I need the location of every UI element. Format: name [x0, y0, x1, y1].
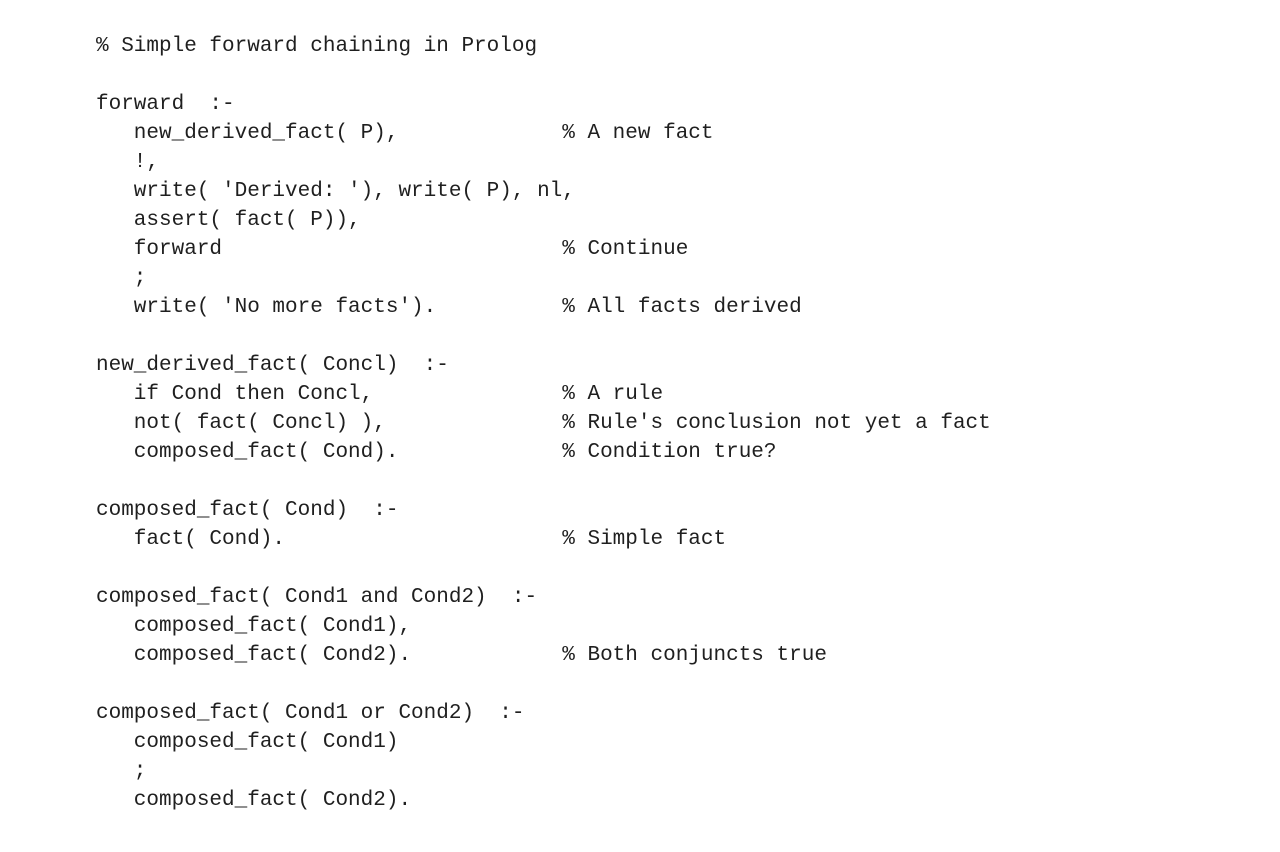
code-line: write( 'Derived: '), write( P), nl, [96, 180, 575, 203]
code-line: forward :- [96, 93, 235, 116]
code-line: composed_fact( Cond1 or Cond2) :- [96, 702, 524, 725]
code-line: ; [96, 267, 146, 290]
code-line: not( fact( Concl) ), % Rule's conclusion… [96, 412, 991, 435]
code-block: % Simple forward chaining in Prolog forw… [0, 0, 1280, 815]
code-line: composed_fact( Cond). % Condition true? [96, 441, 777, 464]
code-line: composed_fact( Cond2). [96, 789, 411, 812]
code-line: composed_fact( Cond1), [96, 615, 411, 638]
code-line: composed_fact( Cond1) [96, 731, 398, 754]
code-line: composed_fact( Cond1 and Cond2) :- [96, 586, 537, 609]
code-line: new_derived_fact( P), % A new fact [96, 122, 714, 145]
code-line: if Cond then Concl, % A rule [96, 383, 663, 406]
code-line: % Simple forward chaining in Prolog [96, 35, 537, 58]
code-line: !, [96, 151, 159, 174]
code-line: forward % Continue [96, 238, 688, 261]
code-line: composed_fact( Cond) :- [96, 499, 398, 522]
code-line: write( 'No more facts'). % All facts der… [96, 296, 802, 319]
code-line: composed_fact( Cond2). % Both conjuncts … [96, 644, 827, 667]
code-line: ; [96, 760, 146, 783]
code-line: new_derived_fact( Concl) :- [96, 354, 449, 377]
code-line: assert( fact( P)), [96, 209, 361, 232]
code-line: fact( Cond). % Simple fact [96, 528, 726, 551]
